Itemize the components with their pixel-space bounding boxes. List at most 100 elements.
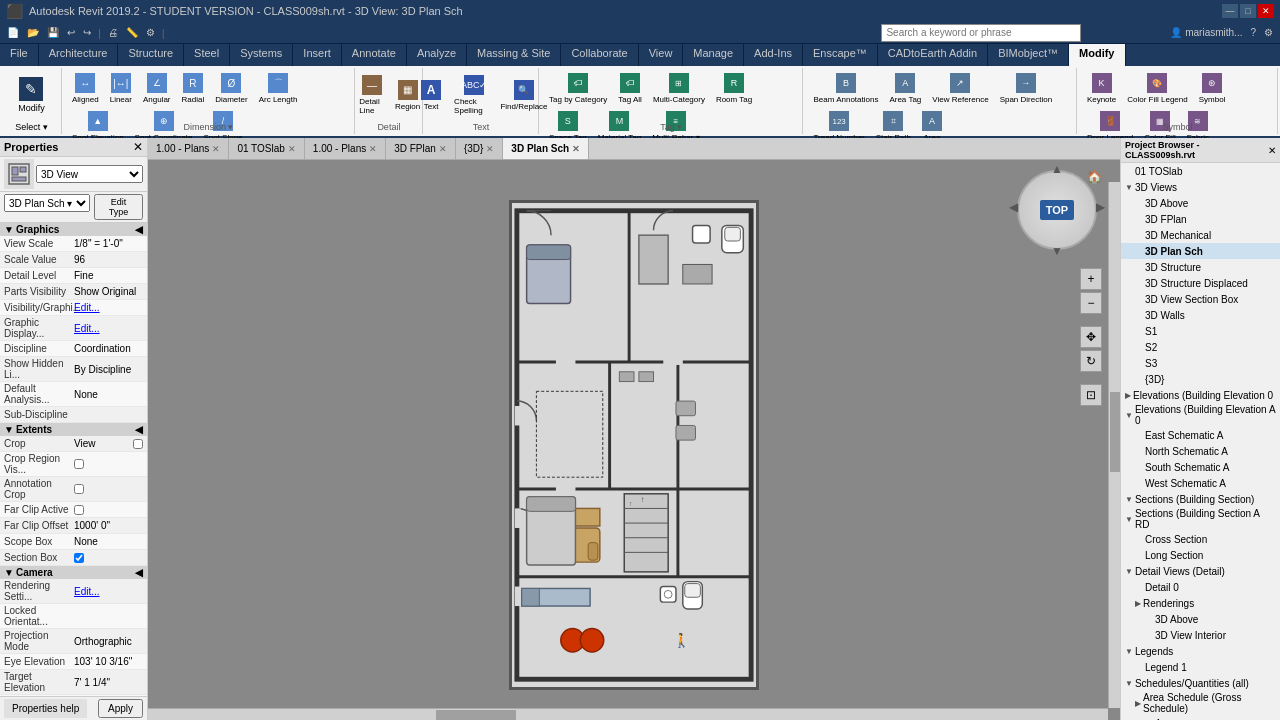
tree-item[interactable]: 3D Walls [1121,307,1280,323]
tree-item[interactable]: North Schematic A [1121,443,1280,459]
tab-file[interactable]: File [0,44,39,66]
tree-item[interactable]: Areas [1121,715,1280,720]
radial-btn[interactable]: R Radial [177,70,210,107]
vertical-scroll-thumb[interactable] [1110,392,1120,472]
vertical-scrollbar[interactable] [1108,182,1120,708]
vtab-3dplansch[interactable]: 3D Plan Sch ✕ [503,138,589,159]
angular-btn[interactable]: ∠ Angular [138,70,176,107]
tree-item[interactable]: ▼Schedules/Quantities (all) [1121,675,1280,691]
qa-print-btn[interactable]: 🖨 [105,24,121,42]
tab-view[interactable]: View [639,44,684,66]
zoom-out-btn[interactable]: − [1080,292,1102,314]
linear-btn[interactable]: |↔| Linear [105,70,137,107]
tab-systems[interactable]: Systems [230,44,293,66]
view-reference-btn[interactable]: ↗ View Reference [927,70,993,107]
pan-btn[interactable]: ✥ [1080,326,1102,348]
qa-redo-btn[interactable]: ↪ [80,24,94,42]
tab-modify[interactable]: Modify [1069,44,1125,66]
tab-massing[interactable]: Massing & Site [467,44,561,66]
extents-expand-icon[interactable]: ◀ [135,424,143,435]
annotation-crop-checkbox[interactable] [74,484,84,494]
tree-item[interactable]: ▼Elevations (Building Elevation A 0 [1121,403,1280,427]
vtab-plans-1[interactable]: 1.00 - Plans ✕ [148,138,229,159]
tree-item[interactable]: 3D Plan Sch [1121,243,1280,259]
crop-view-checkbox[interactable] [133,439,143,449]
vtab-close-toslab[interactable]: ✕ [288,144,296,154]
camera-expand-icon[interactable]: ◀ [135,567,143,578]
detail-line-btn[interactable]: — Detail Line [354,72,389,118]
tab-cadtoearth[interactable]: CADtoEarth Addin [878,44,988,66]
tab-structure[interactable]: Structure [118,44,184,66]
tree-item[interactable]: ▼Detail Views (Detail) [1121,563,1280,579]
tree-item[interactable]: ▼Legends [1121,643,1280,659]
tree-item[interactable]: 3D Structure Displaced [1121,275,1280,291]
tab-collaborate[interactable]: Collaborate [561,44,638,66]
tree-item[interactable]: 3D Above [1121,611,1280,627]
text-btn[interactable]: A Text [415,77,447,114]
far-clip-checkbox[interactable] [74,505,84,515]
tree-item[interactable]: 01 TOSlab [1121,163,1280,179]
tab-bimobject[interactable]: BIMobject™ [988,44,1069,66]
tree-item[interactable]: South Schematic A [1121,459,1280,475]
vtab-3dfplan[interactable]: 3D FPlan ✕ [386,138,456,159]
vtab-toslab[interactable]: 01 TOSlab ✕ [229,138,304,159]
tree-item[interactable]: 3D View Interior [1121,627,1280,643]
horizontal-scroll-thumb[interactable] [436,710,516,720]
nav-left-arrow[interactable]: ◀ [1009,200,1018,214]
tree-item[interactable]: ▼3D Views [1121,179,1280,195]
tree-item[interactable]: Legend 1 [1121,659,1280,675]
tree-item[interactable]: ▼Sections (Building Section) [1121,491,1280,507]
project-browser-close[interactable]: ✕ [1268,140,1276,160]
search-input[interactable] [881,24,1081,42]
tab-steel[interactable]: Steel [184,44,230,66]
qa-open-btn[interactable]: 📂 [24,24,42,42]
nav-right-arrow[interactable]: ▶ [1096,200,1105,214]
properties-close-btn[interactable]: ✕ [133,140,143,154]
view-type-select[interactable]: 3D View [36,165,143,183]
span-direction-btn[interactable]: → Span Direction [995,70,1057,107]
tree-item[interactable]: S1 [1121,323,1280,339]
tree-item[interactable]: 3D Above [1121,195,1280,211]
orbit-btn[interactable]: ↻ [1080,350,1102,372]
tree-item[interactable]: West Schematic A [1121,475,1280,491]
vtab-close-3dfplan[interactable]: ✕ [439,144,447,154]
fit-view-btn[interactable]: ⊡ [1080,384,1102,406]
beam-annotations-btn[interactable]: B Beam Annotations [808,70,883,107]
nav-cube-top-face[interactable]: TOP [1040,200,1074,220]
area-tag-btn[interactable]: A Area Tag [884,70,926,107]
arc-length-btn[interactable]: ⌒ Arc Length [254,70,303,107]
tab-manage[interactable]: Manage [683,44,744,66]
graphics-section-header[interactable]: ▼ Graphics ◀ [0,223,147,236]
nav-down-arrow[interactable]: ▼ [1051,244,1063,258]
diameter-btn[interactable]: Ø Diameter [210,70,252,107]
crop-region-checkbox[interactable] [74,459,84,469]
color-fill-legend-btn[interactable]: 🎨 Color Fill Legend [1122,70,1192,107]
vtab-close-plans1[interactable]: ✕ [212,144,220,154]
tree-item[interactable]: ▼Sections (Building Section A RD [1121,507,1280,531]
qa-measure-btn[interactable]: 📏 [123,24,141,42]
select-dropdown[interactable]: Select ▾ [15,122,48,132]
extents-section-header[interactable]: ▼ Extents ◀ [0,423,147,436]
aligned-btn[interactable]: ↔ Aligned [67,70,104,107]
tag-all-btn[interactable]: 🏷 Tag All [613,70,647,107]
navigation-cube[interactable]: TOP ◀ ▶ ▲ ▼ 🏠 [1012,170,1102,260]
symbol-btn[interactable]: ⊛ Symbol [1194,70,1231,107]
tag-by-category-btn[interactable]: 🏷 Tag by Category [544,70,612,107]
tab-analyze[interactable]: Analyze [407,44,467,66]
properties-help-btn[interactable]: Properties help [4,699,87,718]
nav-up-arrow[interactable]: ▲ [1051,162,1063,176]
tree-item[interactable]: Detail 0 [1121,579,1280,595]
view-name-select[interactable]: 3D Plan Sch ▾ [4,194,90,212]
check-spelling-btn[interactable]: ABC✓ Check Spelling [449,72,499,118]
tab-annotate[interactable]: Annotate [342,44,407,66]
camera-section-header[interactable]: ▼ Camera ◀ [0,566,147,579]
room-tag-btn[interactable]: R Room Tag [711,70,757,107]
floor-plan-area[interactable]: ↑ ↑ [148,160,1120,720]
vtab-close-3dplansch[interactable]: ✕ [572,144,580,154]
nav-home-btn[interactable]: 🏠 [1087,170,1102,184]
user-btn[interactable]: 👤 mariasmith... [1167,24,1245,42]
close-btn[interactable]: ✕ [1258,4,1274,18]
nav-cube-circle[interactable]: TOP [1017,170,1097,250]
qa-settings-btn[interactable]: ⚙ [143,24,158,42]
multi-category-btn[interactable]: ⊞ Multi-Category [648,70,710,107]
